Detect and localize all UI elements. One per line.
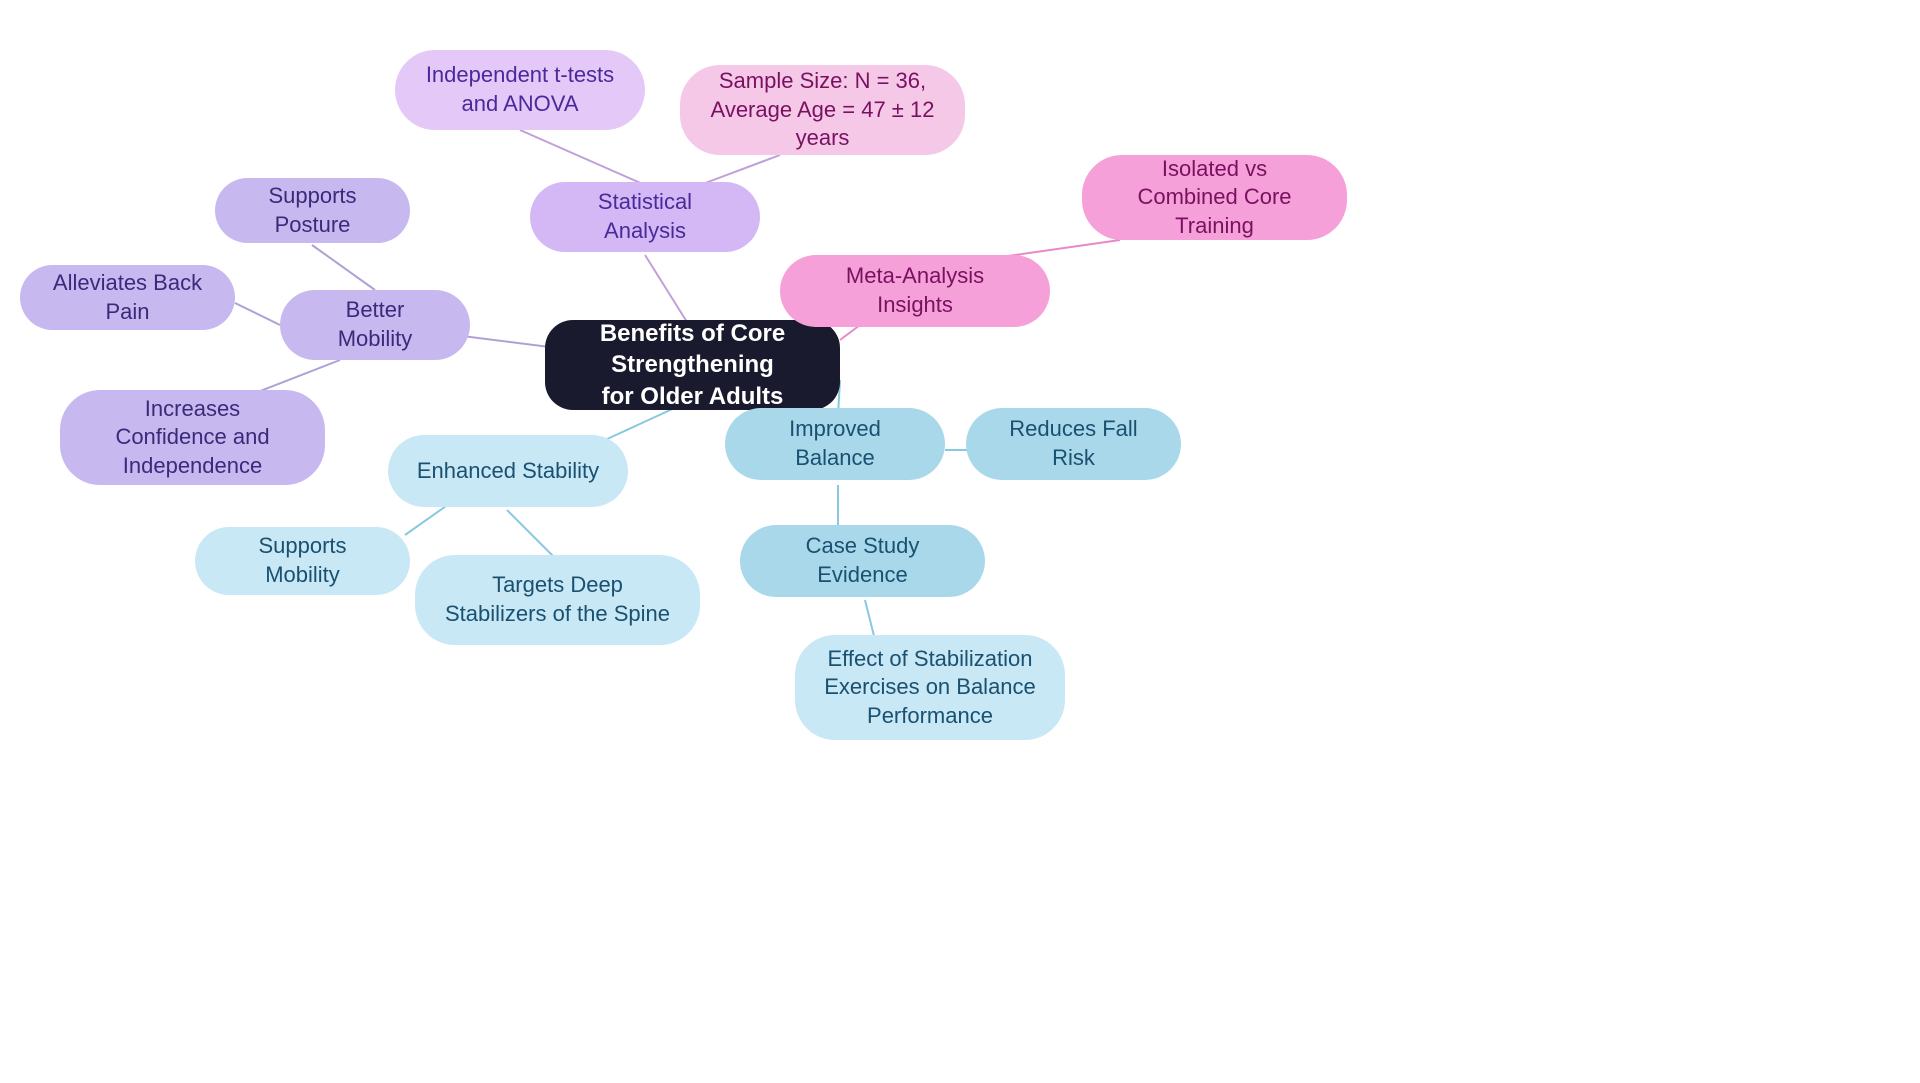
- better-mobility-node: Better Mobility: [280, 290, 470, 360]
- alleviates-back-pain-node: Alleviates Back Pain: [20, 265, 235, 330]
- improved-balance-node: Improved Balance: [725, 408, 945, 480]
- independent-ttests-node: Independent t-tests and ANOVA: [395, 50, 645, 130]
- enhanced-stability-node: Enhanced Stability: [388, 435, 628, 507]
- effect-stabilization-node: Effect of Stabilization Exercises on Bal…: [795, 635, 1065, 740]
- sample-size-node: Sample Size: N = 36, Average Age = 47 ± …: [680, 65, 965, 155]
- targets-deep-stabilizers-node: Targets Deep Stabilizers of the Spine: [415, 555, 700, 645]
- center-node: Benefits of Core Strengtheningfor Older …: [545, 320, 840, 410]
- isolated-vs-combined-node: Isolated vs Combined Core Training: [1082, 155, 1347, 240]
- statistical-analysis-node: Statistical Analysis: [530, 182, 760, 252]
- supports-posture-node: Supports Posture: [215, 178, 410, 243]
- meta-analysis-node: Meta-Analysis Insights: [780, 255, 1050, 327]
- case-study-evidence-node: Case Study Evidence: [740, 525, 985, 597]
- increases-confidence-node: Increases Confidence and Independence: [60, 390, 325, 485]
- reduces-fall-risk-node: Reduces Fall Risk: [966, 408, 1181, 480]
- supports-mobility-node: Supports Mobility: [195, 527, 410, 595]
